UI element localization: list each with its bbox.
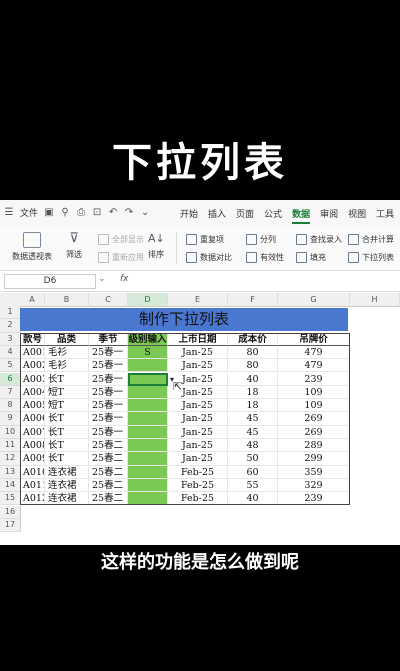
- row-header-15[interactable]: 15: [0, 492, 21, 506]
- row-header-4[interactable]: 4: [0, 345, 21, 360]
- row-header-17[interactable]: 17: [0, 518, 21, 533]
- column-header-A[interactable]: A: [20, 293, 45, 307]
- sheet-grid: A B C D E F G H 1 2 3 4 5 6 7 8 9 10 11 12 13 14 15 16 17 制作下拉列表款…: [0, 293, 400, 545]
- fill-button[interactable]: 填充: [296, 252, 326, 263]
- split-column-icon: [246, 234, 257, 245]
- fill-icon: [296, 252, 307, 263]
- column-header-C[interactable]: C: [89, 293, 128, 307]
- split-column-button[interactable]: 分列: [246, 234, 276, 245]
- tab-1[interactable]: 插入: [208, 207, 226, 224]
- redo-icon[interactable]: ↷: [124, 207, 134, 218]
- row-header-11[interactable]: 11: [0, 439, 21, 453]
- menu-icon[interactable]: ☰: [4, 207, 14, 218]
- pivot-table-icon: [23, 232, 41, 248]
- row-header-2[interactable]: 2: [0, 319, 21, 333]
- chevron-down-icon[interactable]: ⌄: [140, 207, 150, 218]
- row-header-7[interactable]: 7: [0, 385, 21, 400]
- sheet-title-cell[interactable]: 制作下拉列表: [20, 308, 348, 331]
- print-icon[interactable]: ⎙: [76, 207, 86, 218]
- row-header-10[interactable]: 10: [0, 425, 21, 439]
- dropdown-list-icon: [348, 252, 359, 263]
- table-border: [20, 332, 350, 506]
- filter-button[interactable]: ⊽ 筛选: [66, 232, 82, 260]
- video-subtitle: 这样的功能是怎么做到呢: [101, 552, 299, 573]
- tab-0[interactable]: 开始: [180, 207, 198, 224]
- lookup-entry-icon: [296, 234, 307, 245]
- video-title: 下拉列表: [112, 140, 288, 186]
- ribbon-tabs: 开始 插入 页面 公式 数据 审阅 视图 工具: [180, 207, 394, 224]
- data-compare-icon: [186, 252, 197, 263]
- column-header-E[interactable]: E: [168, 293, 228, 307]
- pivot-table-button[interactable]: 数据透视表: [12, 232, 52, 262]
- formula-bar: D6 ⌄ fx: [0, 271, 400, 292]
- tab-3[interactable]: 公式: [264, 207, 282, 224]
- file-menu[interactable]: 文件: [20, 206, 38, 219]
- save-icon[interactable]: ▣: [44, 207, 54, 218]
- row-header-6[interactable]: 6: [0, 372, 21, 386]
- row-header-1[interactable]: 1: [0, 306, 21, 320]
- ribbon: 数据透视表 ⊽ 筛选 全部显示 重新应用 A↓ 排序 重复项 数据对比 分列 有…: [0, 226, 400, 271]
- row-header-12[interactable]: 12: [0, 452, 21, 466]
- row-header-5[interactable]: 5: [0, 359, 21, 373]
- ribbon-separator: [176, 232, 177, 264]
- reapply-button[interactable]: 重新应用: [98, 252, 144, 263]
- column-header-B[interactable]: B: [45, 293, 89, 307]
- column-header-G[interactable]: G: [278, 293, 350, 307]
- validity-button[interactable]: 有效性: [246, 252, 284, 263]
- row-header-3[interactable]: 3: [0, 332, 21, 346]
- show-all-icon: [98, 234, 109, 245]
- tab-2[interactable]: 页面: [236, 207, 254, 224]
- reapply-icon: [98, 252, 109, 263]
- merge-calc-icon: [348, 234, 359, 245]
- lookup-entry-button[interactable]: 查找录入: [296, 234, 342, 245]
- filter-icon: ⊽: [69, 231, 79, 246]
- name-box-chevron-icon[interactable]: ⌄: [98, 274, 106, 284]
- row-header-13[interactable]: 13: [0, 465, 21, 479]
- name-box[interactable]: D6: [4, 274, 96, 289]
- row-header-8[interactable]: 8: [0, 399, 21, 413]
- fx-icon[interactable]: fx: [120, 274, 129, 284]
- row-header-16[interactable]: 16: [0, 505, 21, 519]
- menu-bar: ☰ 文件 ▣ ⚲ ⎙ ⊡ ↶ ↷ ⌄ 开始 插入 页面 公式 数据 审阅 视图 工具: [0, 200, 400, 227]
- tab-5[interactable]: 审阅: [320, 207, 338, 224]
- show-all-button[interactable]: 全部显示: [98, 234, 144, 245]
- tab-7[interactable]: 工具: [376, 207, 394, 224]
- preview-icon[interactable]: ⊡: [92, 207, 102, 218]
- cursor-icon: ⇱: [173, 379, 183, 393]
- column-header-H[interactable]: H: [350, 293, 400, 307]
- column-header-F[interactable]: F: [228, 293, 278, 307]
- validity-icon: [246, 252, 257, 263]
- duplicates-button[interactable]: 重复项: [186, 234, 224, 245]
- column-header-D[interactable]: D: [128, 293, 168, 307]
- formula-input[interactable]: [140, 273, 395, 288]
- tab-6[interactable]: 视图: [348, 207, 366, 224]
- merge-calc-button[interactable]: 合并计算: [348, 234, 394, 245]
- dropdown-list-button[interactable]: 下拉列表: [348, 252, 394, 263]
- row-header-14[interactable]: 14: [0, 478, 21, 493]
- sort-button[interactable]: A↓ 排序: [148, 232, 165, 260]
- pin-icon[interactable]: ⚲: [60, 207, 70, 218]
- spreadsheet-app: ☰ 文件 ▣ ⚲ ⎙ ⊡ ↶ ↷ ⌄ 开始 插入 页面 公式 数据 审阅 视图 工具 数据透视…: [0, 200, 400, 545]
- row-header-9[interactable]: 9: [0, 412, 21, 426]
- sort-icon: A↓: [148, 232, 165, 245]
- tab-4[interactable]: 数据: [292, 207, 311, 224]
- undo-icon[interactable]: ↶: [108, 207, 118, 218]
- select-all-corner[interactable]: [0, 293, 21, 307]
- data-compare-button[interactable]: 数据对比: [186, 252, 232, 263]
- duplicates-icon: [186, 234, 197, 245]
